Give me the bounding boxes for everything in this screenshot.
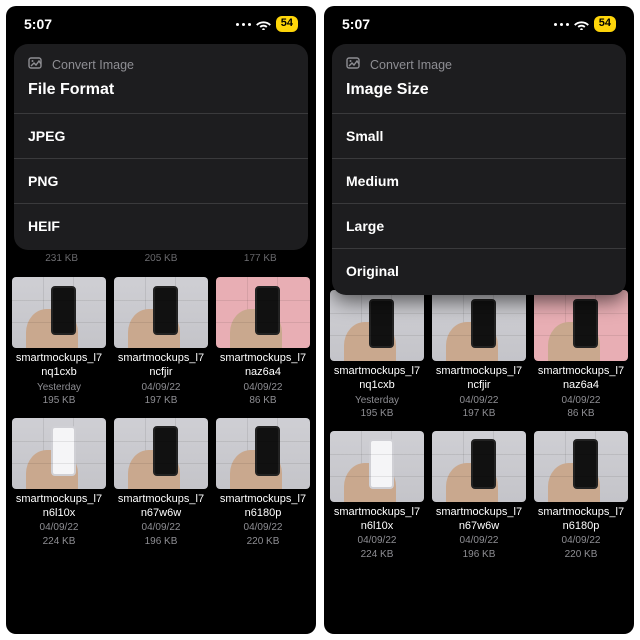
file-meta: 04/09/22196 KB bbox=[432, 534, 527, 561]
file-tile[interactable]: smartmockups_l7n67w6w04/09/22196 KB bbox=[432, 431, 527, 562]
sheet-header: Convert Image bbox=[52, 58, 134, 72]
file-tile[interactable]: smartmockups_l7n67w6w04/09/22196 KB bbox=[114, 418, 209, 549]
thumbnail bbox=[216, 418, 311, 489]
file-name: smartmockups_l7n6180p bbox=[534, 506, 629, 534]
file-meta: 04/09/22220 KB bbox=[534, 534, 629, 561]
file-tile[interactable]: smartmockups_l7n6180p04/09/22220 KB bbox=[534, 431, 629, 562]
file-tile[interactable]: smartmockups_l7n6180p04/09/22220 KB bbox=[216, 418, 311, 549]
file-meta: 04/09/22224 KB bbox=[12, 521, 107, 548]
thumbnail bbox=[216, 277, 311, 348]
thumbnail bbox=[330, 431, 425, 502]
file-name: smartmockups_l7n67w6w bbox=[114, 493, 209, 521]
file-name: smartmockups_l7n6180p bbox=[216, 493, 311, 521]
convert-icon bbox=[28, 56, 44, 73]
thumbnail bbox=[534, 431, 629, 502]
file-name: smartmockups_l7naz6a4 bbox=[534, 365, 629, 393]
file-meta: 04/09/22196 KB bbox=[114, 521, 209, 548]
convert-icon bbox=[346, 56, 362, 73]
sheet-title: File Format bbox=[14, 77, 308, 113]
file-name: smartmockups_l7ncfjir bbox=[114, 352, 209, 380]
option-heif[interactable]: HEIF bbox=[14, 203, 308, 250]
file-name: smartmockups_l7n6l10x bbox=[330, 506, 425, 534]
convert-sheet: Convert Image File Format JPEGPNGHEIF bbox=[14, 44, 308, 250]
file-tile[interactable]: smartmockups_l7naz6a404/09/2286 KB bbox=[216, 277, 311, 408]
file-tile[interactable]: smartmockups_l7n6l10x04/09/22224 KB bbox=[12, 418, 107, 549]
sheet-header: Convert Image bbox=[370, 58, 452, 72]
thumbnail bbox=[534, 290, 629, 361]
thumbnail bbox=[432, 431, 527, 502]
option-jpeg[interactable]: JPEG bbox=[14, 113, 308, 158]
file-meta: 04/09/22197 KB bbox=[114, 381, 209, 408]
thumbnail bbox=[114, 277, 209, 348]
file-meta: 04/09/2286 KB bbox=[216, 381, 311, 408]
file-meta: 04/09/2286 KB bbox=[534, 394, 629, 421]
file-tile[interactable]: smartmockups_l7ncfjir04/09/22197 KB bbox=[432, 290, 527, 421]
file-name: smartmockups_l7nq1cxb bbox=[330, 365, 425, 393]
thumbnail bbox=[432, 290, 527, 361]
thumbnail bbox=[330, 290, 425, 361]
file-name: smartmockups_l7nq1cxb bbox=[12, 352, 107, 380]
file-tile[interactable]: smartmockups_l7n6l10x04/09/22224 KB bbox=[330, 431, 425, 562]
option-large[interactable]: Large bbox=[332, 203, 626, 248]
file-name: smartmockups_l7naz6a4 bbox=[216, 352, 311, 380]
phone-right: 5:07 54 smartmockups_l7nq1cxbYesterday19… bbox=[324, 6, 634, 634]
sheet-title: Image Size bbox=[332, 77, 626, 113]
thumbnail bbox=[12, 418, 107, 489]
option-original[interactable]: Original bbox=[332, 248, 626, 295]
convert-sheet: Convert Image Image Size SmallMediumLarg… bbox=[332, 44, 626, 295]
option-medium[interactable]: Medium bbox=[332, 158, 626, 203]
file-meta: 04/09/22220 KB bbox=[216, 521, 311, 548]
option-small[interactable]: Small bbox=[332, 113, 626, 158]
file-tile[interactable]: smartmockups_l7nq1cxbYesterday195 KB bbox=[330, 290, 425, 421]
thumbnail bbox=[114, 418, 209, 489]
file-name: smartmockups_l7n6l10x bbox=[12, 493, 107, 521]
phone-left: 5:07 54 4:39 PM231 KB Yesterday205 KB Ye… bbox=[6, 6, 316, 634]
file-meta: Yesterday195 KB bbox=[330, 394, 425, 421]
file-meta: 04/09/22224 KB bbox=[330, 534, 425, 561]
file-tile[interactable]: smartmockups_l7naz6a404/09/2286 KB bbox=[534, 290, 629, 421]
file-meta: Yesterday195 KB bbox=[12, 381, 107, 408]
file-tile[interactable]: smartmockups_l7nq1cxbYesterday195 KB bbox=[12, 277, 107, 408]
file-meta: 04/09/22197 KB bbox=[432, 394, 527, 421]
file-name: smartmockups_l7ncfjir bbox=[432, 365, 527, 393]
file-name: smartmockups_l7n67w6w bbox=[432, 506, 527, 534]
option-png[interactable]: PNG bbox=[14, 158, 308, 203]
file-tile[interactable]: smartmockups_l7ncfjir04/09/22197 KB bbox=[114, 277, 209, 408]
thumbnail bbox=[12, 277, 107, 348]
